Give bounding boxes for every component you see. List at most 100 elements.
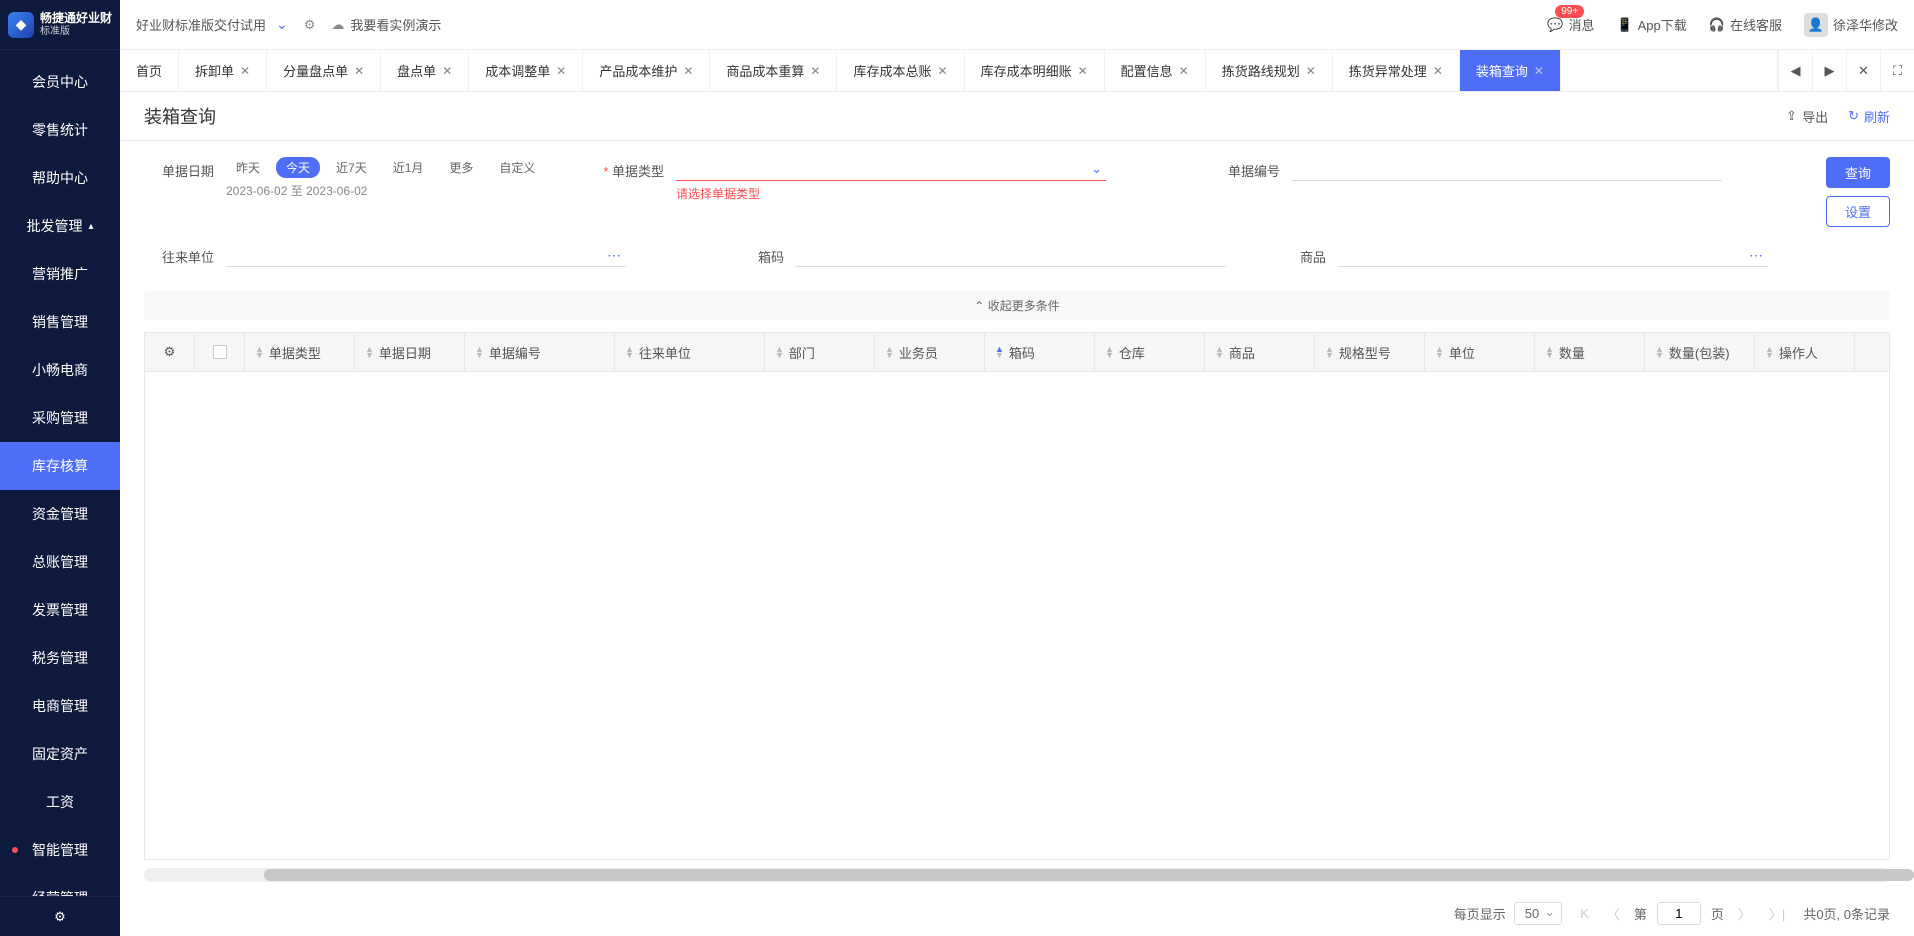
sidebar-item-13[interactable]: 电商管理 (0, 682, 120, 730)
more-icon[interactable]: ⋯ (1749, 247, 1764, 264)
tab-3[interactable]: 盘点单✕ (381, 50, 469, 91)
sidebar-item-10[interactable]: 总账管理 (0, 538, 120, 586)
export-button[interactable]: ⇪ 导出 (1786, 107, 1828, 126)
close-icon[interactable]: ✕ (1078, 64, 1088, 78)
export-label: 导出 (1802, 107, 1828, 126)
query-button[interactable]: 查询 (1826, 157, 1890, 188)
tab-12[interactable]: 装箱查询✕ (1460, 50, 1561, 91)
sidebar-item-9[interactable]: 资金管理 (0, 490, 120, 538)
close-icon[interactable]: ✕ (1433, 64, 1443, 78)
sidebar-item-5[interactable]: 销售管理 (0, 298, 120, 346)
sidebar-settings[interactable]: ⚙ (0, 896, 120, 936)
sidebar-item-8[interactable]: 库存核算 (0, 442, 120, 490)
sidebar-item-16[interactable]: 智能管理 (0, 826, 120, 874)
sidebar-item-4[interactable]: 营销推广 (0, 250, 120, 298)
product-selector[interactable]: 好业财标准版交付试用 ⌄ (136, 15, 288, 34)
close-icon[interactable]: ✕ (354, 64, 364, 78)
date-chip-5[interactable]: 自定义 (489, 157, 545, 178)
column-header-10[interactable]: ▲▼单位 (1425, 333, 1535, 371)
product-settings-icon[interactable]: ⚙ (304, 17, 316, 33)
column-header-7[interactable]: ▲▼仓库 (1095, 333, 1205, 371)
tab-1[interactable]: 拆卸单✕ (179, 50, 267, 91)
column-header-11[interactable]: ▲▼数量 (1535, 333, 1645, 371)
close-icon[interactable]: ✕ (1534, 64, 1544, 78)
sidebar-item-14[interactable]: 固定资产 (0, 730, 120, 778)
page-size-select[interactable]: 50 (1514, 902, 1562, 925)
sidebar-item-11[interactable]: 发票管理 (0, 586, 120, 634)
sidebar-item-0[interactable]: 会员中心 (0, 58, 120, 106)
tab-8[interactable]: 库存成本明细账✕ (965, 50, 1105, 91)
refresh-button[interactable]: ↻ 刷新 (1848, 107, 1890, 126)
tabs-close-all[interactable]: ✕ (1846, 50, 1880, 91)
tab-11[interactable]: 拣货异常处理✕ (1333, 50, 1460, 91)
sidebar-item-17[interactable]: 经营管理 (0, 874, 120, 896)
column-header-4[interactable]: ▲▼部门 (765, 333, 875, 371)
column-header-1[interactable]: ▲▼单据日期 (355, 333, 465, 371)
date-chip-1[interactable]: 今天 (276, 157, 320, 178)
tab-5[interactable]: 产品成本维护✕ (583, 50, 710, 91)
column-header-12[interactable]: ▲▼数量(包装) (1645, 333, 1755, 371)
tab-6[interactable]: 商品成本重算✕ (710, 50, 837, 91)
column-header-3[interactable]: ▲▼往来单位 (615, 333, 765, 371)
sidebar-item-2[interactable]: 帮助中心 (0, 154, 120, 202)
page-input[interactable] (1657, 902, 1701, 925)
tabs-next[interactable]: ▶ (1812, 50, 1846, 91)
tabs-fullscreen[interactable]: ⛶ (1880, 50, 1914, 91)
column-header-0[interactable]: ▲▼单据类型 (245, 333, 355, 371)
tab-10[interactable]: 拣货路线规划✕ (1206, 50, 1333, 91)
boxcode-input[interactable] (796, 243, 1226, 267)
column-header-6[interactable]: ▲▼箱码 (985, 333, 1095, 371)
date-chip-3[interactable]: 近1月 (383, 157, 434, 178)
sidebar-item-15[interactable]: 工资 (0, 778, 120, 826)
column-settings[interactable]: ⚙ (145, 333, 195, 371)
user-menu[interactable]: 👤 徐泽华修改 (1804, 13, 1898, 37)
chevron-down-icon[interactable]: ⌄ (1091, 161, 1102, 177)
page-first[interactable]: K (1576, 904, 1593, 923)
page-prev[interactable]: 〈 (1603, 902, 1624, 925)
page-next[interactable]: 〉 (1734, 902, 1755, 925)
more-icon[interactable]: ⋯ (607, 247, 622, 264)
close-icon[interactable]: ✕ (240, 64, 250, 78)
demo-link[interactable]: ☁ 我要看实例演示 (331, 15, 441, 34)
close-icon[interactable]: ✕ (1306, 64, 1316, 78)
column-header-13[interactable]: ▲▼操作人 (1755, 333, 1855, 371)
collapse-filters[interactable]: ⌃ 收起更多条件 (144, 291, 1890, 320)
date-chip-4[interactable]: 更多 (439, 157, 483, 178)
tab-9[interactable]: 配置信息✕ (1105, 50, 1206, 91)
app-download-link[interactable]: 📱 App下载 (1616, 15, 1686, 34)
docno-input[interactable] (1292, 157, 1722, 181)
sidebar-item-1[interactable]: 零售统计 (0, 106, 120, 154)
sidebar-item-7[interactable]: 采购管理 (0, 394, 120, 442)
tab-4[interactable]: 成本调整单✕ (469, 50, 583, 91)
partner-input[interactable] (226, 243, 626, 267)
sidebar-item-6[interactable]: 小畅电商 (0, 346, 120, 394)
column-header-5[interactable]: ▲▼业务员 (875, 333, 985, 371)
sidebar-item-3[interactable]: 批发管理 (0, 202, 120, 250)
tab-2[interactable]: 分量盘点单✕ (267, 50, 381, 91)
select-all[interactable] (195, 333, 245, 371)
sidebar-item-12[interactable]: 税务管理 (0, 634, 120, 682)
column-header-9[interactable]: ▲▼规格型号 (1315, 333, 1425, 371)
customer-service-link[interactable]: 🎧 在线客服 (1709, 15, 1782, 34)
tab-0[interactable]: 首页 (120, 50, 179, 91)
doc-type-select[interactable] (676, 157, 1106, 181)
close-icon[interactable]: ✕ (683, 64, 693, 78)
messages-link[interactable]: 99+ 💬 消息 (1547, 15, 1594, 34)
horizontal-scrollbar[interactable] (144, 868, 1890, 882)
product-input[interactable] (1338, 243, 1768, 267)
scrollbar-thumb[interactable] (264, 869, 1914, 881)
close-icon[interactable]: ✕ (1179, 64, 1189, 78)
close-icon[interactable]: ✕ (810, 64, 820, 78)
service-label: 在线客服 (1730, 15, 1782, 34)
settings-button[interactable]: 设置 (1826, 196, 1890, 227)
column-header-2[interactable]: ▲▼单据编号 (465, 333, 615, 371)
column-header-8[interactable]: ▲▼商品 (1205, 333, 1315, 371)
tabs-prev[interactable]: ◀ (1778, 50, 1812, 91)
close-icon[interactable]: ✕ (938, 64, 948, 78)
date-chip-0[interactable]: 昨天 (226, 157, 270, 178)
tab-7[interactable]: 库存成本总账✕ (837, 50, 964, 91)
date-chip-2[interactable]: 近7天 (326, 157, 377, 178)
close-icon[interactable]: ✕ (556, 64, 566, 78)
close-icon[interactable]: ✕ (442, 64, 452, 78)
page-last[interactable]: 〉| (1765, 902, 1789, 925)
